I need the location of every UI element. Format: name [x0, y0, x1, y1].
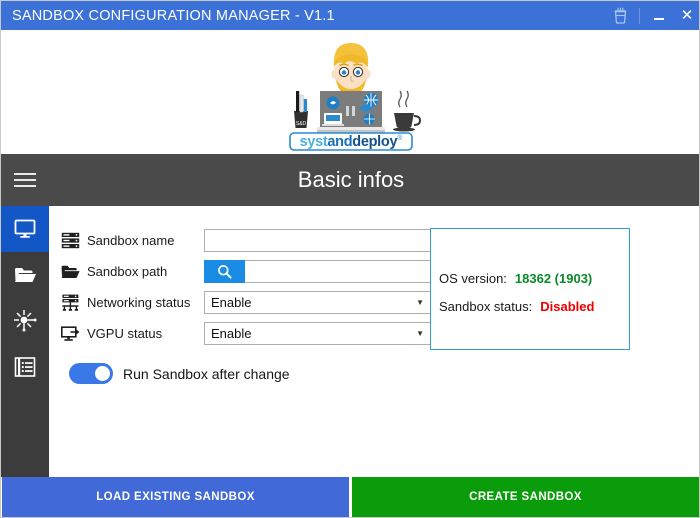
title-bar: SANDBOX CONFIGURATION MANAGER - V1.1 ✕ [1, 1, 699, 30]
hamburger-menu-icon[interactable] [1, 154, 49, 206]
footer-actions: LOAD EXISTING SANDBOX CREATE SANDBOX [1, 473, 699, 517]
os-version-label: OS version: [439, 271, 507, 286]
minimize-icon[interactable] [645, 1, 673, 30]
open-folder-icon [61, 264, 87, 280]
form-row-sandbox-name: Sandbox name [61, 228, 431, 253]
network-server-glyph [62, 294, 79, 311]
sandbox-path-group [204, 260, 431, 283]
label-sandbox-path: Sandbox path [87, 264, 168, 279]
server-rack-icon [61, 232, 87, 249]
logo-text-syst: syst [299, 133, 328, 150]
chevron-down-icon: ▼ [416, 297, 424, 307]
hamburger-bar-3 [14, 185, 36, 187]
server-rack-glyph [61, 232, 80, 249]
chevron-down-icon: ▼ [416, 328, 424, 338]
basic-infos-form: Sandbox name Sandbox path Networking sta… [61, 228, 431, 384]
search-icon[interactable] [204, 260, 245, 283]
logo-text-and: and [327, 133, 353, 150]
window-title: SANDBOX CONFIGURATION MANAGER - V1.1 [12, 7, 335, 24]
form-row-sandbox-path: Sandbox path [61, 259, 431, 284]
network-star-icon [14, 310, 37, 332]
sandbox-configuration-manager-window: SANDBOX CONFIGURATION MANAGER - V1.1 ✕ S… [0, 0, 700, 518]
vgpu-status-value: Enable [211, 326, 252, 341]
monitor-arrow-icon [61, 325, 87, 342]
hamburger-bar-1 [14, 173, 36, 175]
label-sandbox-name: Sandbox name [87, 233, 175, 248]
sidebar [1, 206, 49, 473]
run-sandbox-after-change-label: Run Sandbox after change [123, 365, 290, 382]
create-sandbox-button[interactable]: CREATE SANDBOX [352, 477, 699, 517]
os-version-row: OS version: 18362 (1903) [439, 271, 623, 286]
system-info-content: OS version: 18362 (1903) Sandbox status:… [439, 271, 623, 327]
logo-text-deploy: deploy [352, 133, 398, 150]
status-badge: Disabled [540, 299, 595, 314]
hamburger-bar-2 [14, 179, 36, 181]
form-row-networking-status: Networking status Enable ▼ [61, 290, 431, 315]
form-row-vgpu-status: VGPU status Enable ▼ [61, 321, 431, 346]
run-sandbox-toggle-row: Run Sandbox after change [69, 363, 431, 384]
run-sandbox-after-change-toggle[interactable] [69, 363, 113, 384]
sandbox-name-input[interactable] [204, 229, 431, 252]
search-glyph [218, 265, 232, 279]
sandbox-status-label: Sandbox status: [439, 299, 533, 314]
toggle-knob [95, 366, 110, 381]
minimize-glyph [654, 17, 664, 20]
main-content: Sandbox name Sandbox path Networking sta… [49, 206, 699, 473]
coffee-cup-glyph [614, 7, 626, 24]
label-vgpu-status: VGPU status [87, 326, 163, 341]
monitor-icon [14, 219, 36, 238]
title-bar-divider [639, 7, 640, 24]
sidebar-item-folders[interactable] [1, 252, 49, 298]
list-icon [14, 357, 36, 377]
svg-text:S&D: S&D [296, 121, 307, 127]
networking-status-select[interactable]: Enable ▼ [204, 291, 431, 314]
logo-text-suffix: ® [397, 135, 403, 142]
open-folder-glyph [61, 265, 80, 278]
vgpu-status-select[interactable]: Enable ▼ [204, 322, 431, 345]
network-server-icon [61, 294, 87, 311]
systanddeploy-logo: S&D syst and deploy ® [276, 33, 426, 151]
page-title: Basic infos [297, 167, 405, 192]
system-info-panel: OS version: 18362 (1903) Sandbox status:… [430, 228, 630, 350]
logo-banner: S&D syst and deploy ® [1, 30, 699, 154]
sandbox-path-input[interactable] [245, 260, 431, 283]
monitor-arrow-glyph [61, 326, 80, 341]
close-glyph: ✕ [680, 6, 694, 24]
sidebar-item-logs[interactable] [1, 344, 49, 390]
sandbox-status-row: Sandbox status: Disabled [439, 299, 623, 314]
os-version-value: 18362 (1903) [514, 271, 593, 286]
load-existing-sandbox-button[interactable]: LOAD EXISTING SANDBOX [2, 477, 349, 517]
sidebar-item-basic-infos[interactable] [1, 206, 49, 252]
logo-wordmark: syst and deploy ® [290, 133, 412, 150]
folder-icon [15, 268, 36, 282]
label-networking-status: Networking status [87, 295, 191, 310]
sidebar-item-network[interactable] [1, 298, 49, 344]
coffee-cup-icon[interactable] [606, 1, 634, 30]
section-header: Basic infos [1, 154, 699, 206]
networking-status-value: Enable [211, 295, 252, 310]
close-icon[interactable]: ✕ [673, 1, 699, 30]
